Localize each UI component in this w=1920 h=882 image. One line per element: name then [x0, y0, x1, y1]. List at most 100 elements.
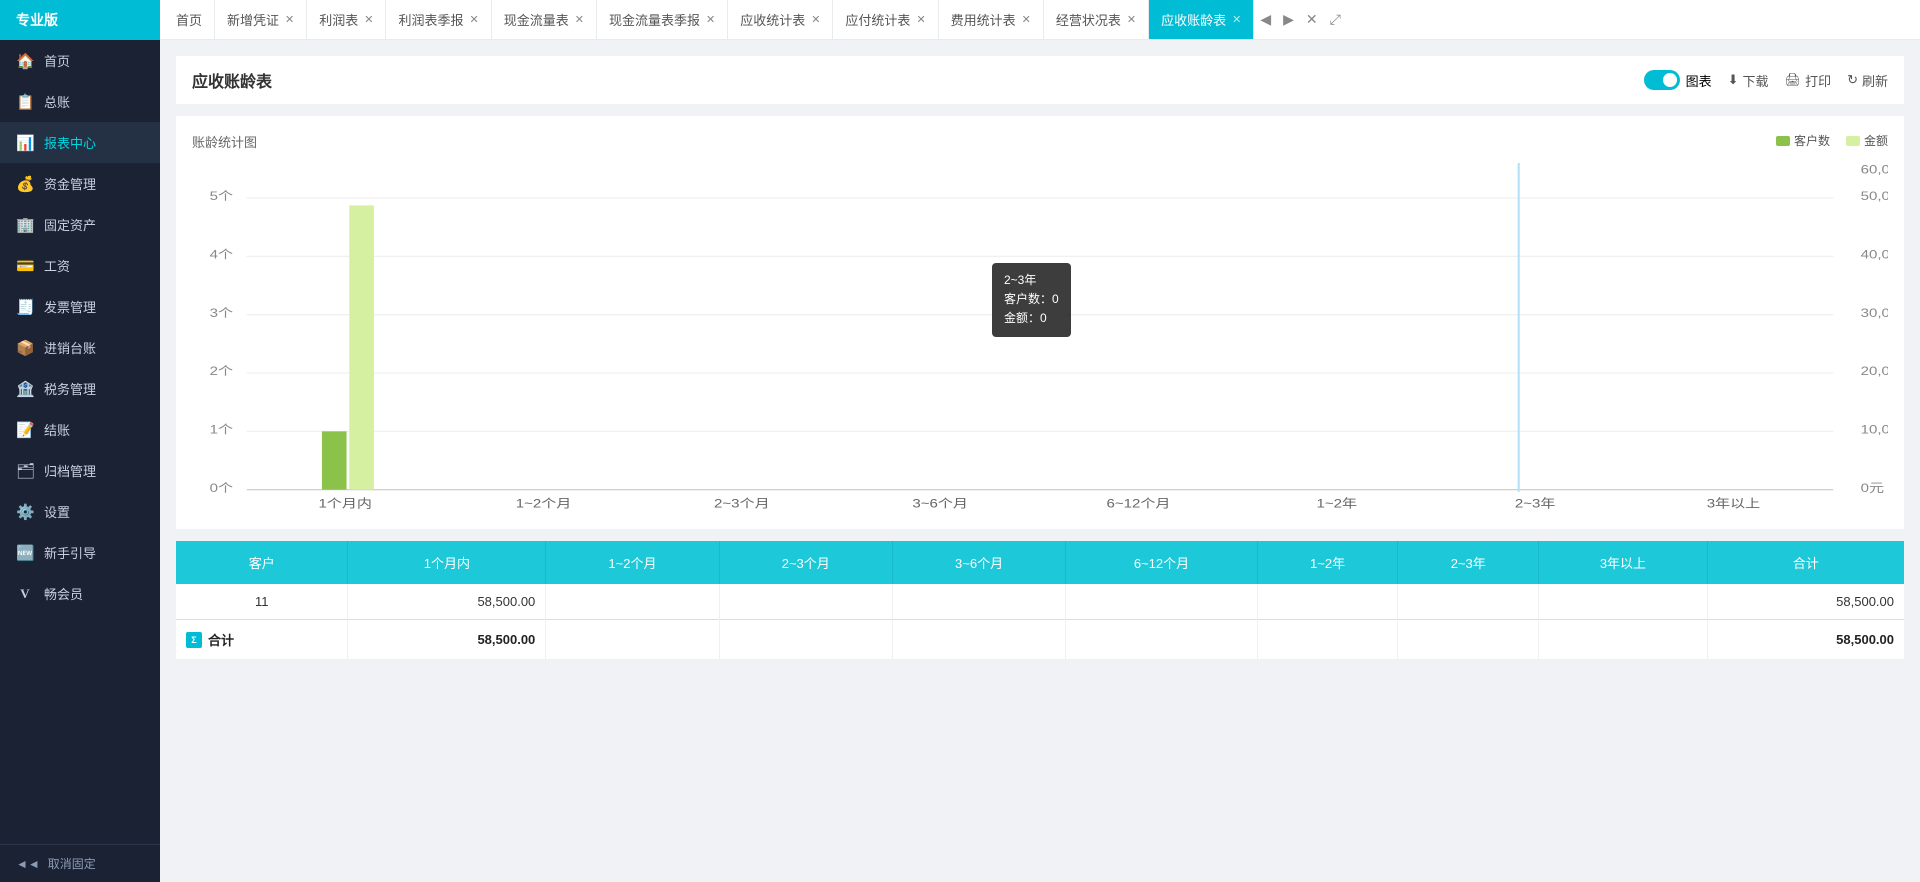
tab-home-label: 首页	[176, 10, 202, 29]
sidebar-item-invoice[interactable]: 🧾 发票管理	[0, 286, 160, 327]
print-button[interactable]: 🖨 打印	[1785, 71, 1832, 90]
tab-prev-button[interactable]: ◀	[1254, 0, 1277, 40]
tab-ar-stats-close[interactable]: ✕	[811, 13, 820, 26]
cell-y3-plus	[1539, 584, 1708, 620]
tab-profit-quarterly-close[interactable]: ✕	[470, 13, 479, 26]
sidebar-item-ledger[interactable]: 📋 总账	[0, 81, 160, 122]
svg-text:1~2个月: 1~2个月	[516, 497, 572, 510]
svg-text:3~6个月: 3~6个月	[912, 497, 968, 510]
svg-text:1个: 1个	[210, 423, 234, 436]
total-m1-2	[546, 620, 719, 660]
ledger-icon: 📋	[16, 93, 34, 111]
legend-amount: 金额	[1846, 132, 1888, 149]
sidebar-item-wages[interactable]: 💳 工资	[0, 245, 160, 286]
sidebar-item-label: 固定资产	[44, 215, 96, 234]
tab-cashflow[interactable]: 现金流量表 ✕	[492, 0, 597, 40]
sidebar-item-closing[interactable]: 📝 结账	[0, 409, 160, 450]
sidebar-item-member[interactable]: V 畅会员	[0, 573, 160, 614]
sidebar-item-label: 畅会员	[44, 584, 83, 603]
tab-business-label: 经营状况表	[1056, 10, 1121, 29]
print-icon: 🖨	[1785, 72, 1802, 88]
refresh-icon: ↻	[1847, 72, 1858, 88]
svg-text:50,000.00元: 50,000.00元	[1861, 190, 1888, 203]
svg-text:30,000.00元: 30,000.00元	[1861, 306, 1888, 319]
closing-icon: 📝	[16, 421, 34, 439]
svg-text:20,000.00元: 20,000.00元	[1861, 365, 1888, 378]
sidebar-item-home[interactable]: 🏠 首页	[0, 40, 160, 81]
sidebar-item-reports[interactable]: 📊 报表中心	[0, 122, 160, 163]
col-customer: 客户	[176, 541, 348, 584]
tab-profit-close[interactable]: ✕	[364, 13, 373, 26]
sidebar-item-settings[interactable]: ⚙️ 设置	[0, 491, 160, 532]
chart-area: 0个 1个 2个 3个 4个 5个 0元 10,000.00元 20,000.0…	[192, 163, 1888, 513]
tab-expense-close[interactable]: ✕	[1022, 13, 1031, 26]
cell-y2-3	[1398, 584, 1539, 620]
main-area: 首页 新增凭证 ✕ 利润表 ✕ 利润表季报 ✕ 现金流量表 ✕ 现金流量表季报 …	[160, 0, 1920, 882]
legend-customer: 客户数	[1776, 132, 1830, 149]
content-area: 应收账龄表 图表 ⬇ 下载 🖨 打印 ↻ 刷新	[160, 40, 1920, 882]
cell-m3-6	[892, 584, 1065, 620]
col-y1-2: 1~2年	[1257, 541, 1398, 584]
col-total: 合计	[1707, 541, 1904, 584]
tab-next-button[interactable]: ▶	[1277, 0, 1300, 40]
tab-cashflow-quarterly[interactable]: 现金流量表季报 ✕	[597, 0, 728, 40]
refresh-label: 刷新	[1862, 71, 1888, 90]
chart-svg: 0个 1个 2个 3个 4个 5个 0元 10,000.00元 20,000.0…	[192, 163, 1888, 513]
sidebar-item-label: 结账	[44, 420, 70, 439]
sidebar-item-guide[interactable]: 🆕 新手引导	[0, 532, 160, 573]
chart-title: 账龄统计图	[192, 132, 1888, 151]
svg-text:4个: 4个	[210, 248, 234, 261]
sales-icon: 📦	[16, 339, 34, 357]
settings-icon: ⚙️	[16, 503, 34, 521]
tab-ar-stats[interactable]: 应收统计表 ✕	[728, 0, 833, 40]
tab-expense[interactable]: 费用统计表 ✕	[939, 0, 1044, 40]
tab-voucher-label: 新增凭证	[227, 10, 279, 29]
tab-ar-aging-close[interactable]: ✕	[1232, 13, 1241, 26]
tab-voucher[interactable]: 新增凭证 ✕	[215, 0, 307, 40]
logo-text: 专业版	[16, 10, 58, 30]
download-button[interactable]: ⬇ 下载	[1728, 71, 1769, 90]
svg-text:3个: 3个	[210, 306, 234, 319]
tab-ap-stats[interactable]: 应付统计表 ✕	[833, 0, 938, 40]
tab-profit-quarterly[interactable]: 利润表季报 ✕	[386, 0, 491, 40]
sidebar-item-tax[interactable]: 🏦 税务管理	[0, 368, 160, 409]
tab-voucher-close[interactable]: ✕	[285, 13, 294, 26]
tab-ap-stats-close[interactable]: ✕	[916, 13, 925, 26]
member-icon: V	[16, 586, 34, 602]
total-label-cell: Σ 合计	[176, 620, 348, 660]
tab-business[interactable]: 经营状况表 ✕	[1044, 0, 1149, 40]
total-m6-12	[1066, 620, 1257, 660]
chart-container: 账龄统计图 客户数 金额 0个 1个 2个 3个 4个	[176, 116, 1904, 529]
sidebar-item-label: 发票管理	[44, 297, 96, 316]
refresh-button[interactable]: ↻ 刷新	[1847, 71, 1888, 90]
sidebar-item-assets[interactable]: 🏢 固定资产	[0, 204, 160, 245]
sidebar-item-label: 设置	[44, 502, 70, 521]
toggle-switch-control[interactable]	[1644, 70, 1680, 90]
aging-table: 客户 1个月内 1~2个月 2~3个月 3~6个月 6~12个月 1~2年 2~…	[176, 541, 1904, 660]
page-header: 应收账龄表 图表 ⬇ 下载 🖨 打印 ↻ 刷新	[176, 56, 1904, 104]
reports-icon: 📊	[16, 134, 34, 152]
svg-text:3年以上: 3年以上	[1707, 497, 1760, 510]
tab-expand-button[interactable]: ⤢	[1324, 0, 1347, 40]
unpin-button[interactable]: ◄◄ 取消固定	[0, 844, 160, 882]
tab-ar-stats-label: 应收统计表	[740, 10, 805, 29]
sidebar-item-sales[interactable]: 📦 进销台账	[0, 327, 160, 368]
cell-m6-12	[1066, 584, 1257, 620]
sidebar-item-archive[interactable]: 🗂 归档管理	[0, 450, 160, 491]
tab-bar: 首页 新增凭证 ✕ 利润表 ✕ 利润表季报 ✕ 现金流量表 ✕ 现金流量表季报 …	[160, 0, 1920, 40]
tab-cashflow-quarterly-label: 现金流量表季报	[609, 10, 700, 29]
assets-icon: 🏢	[16, 216, 34, 234]
tab-profit[interactable]: 利润表 ✕	[307, 0, 386, 40]
tab-business-close[interactable]: ✕	[1127, 13, 1136, 26]
page-title: 应收账龄表	[192, 68, 272, 92]
chart-toggle[interactable]: 图表	[1644, 70, 1712, 90]
tab-cashflow-close[interactable]: ✕	[575, 13, 584, 26]
tab-profit-label: 利润表	[319, 10, 358, 29]
col-m1: 1个月内	[348, 541, 546, 584]
tab-close-all-button[interactable]: ✕	[1300, 0, 1324, 40]
sidebar-item-funds[interactable]: 💰 资金管理	[0, 163, 160, 204]
tab-ar-aging[interactable]: 应收账龄表 ✕	[1149, 0, 1254, 40]
total-y2-3	[1398, 620, 1539, 660]
tab-home[interactable]: 首页	[164, 0, 215, 40]
tab-cashflow-quarterly-close[interactable]: ✕	[706, 13, 715, 26]
